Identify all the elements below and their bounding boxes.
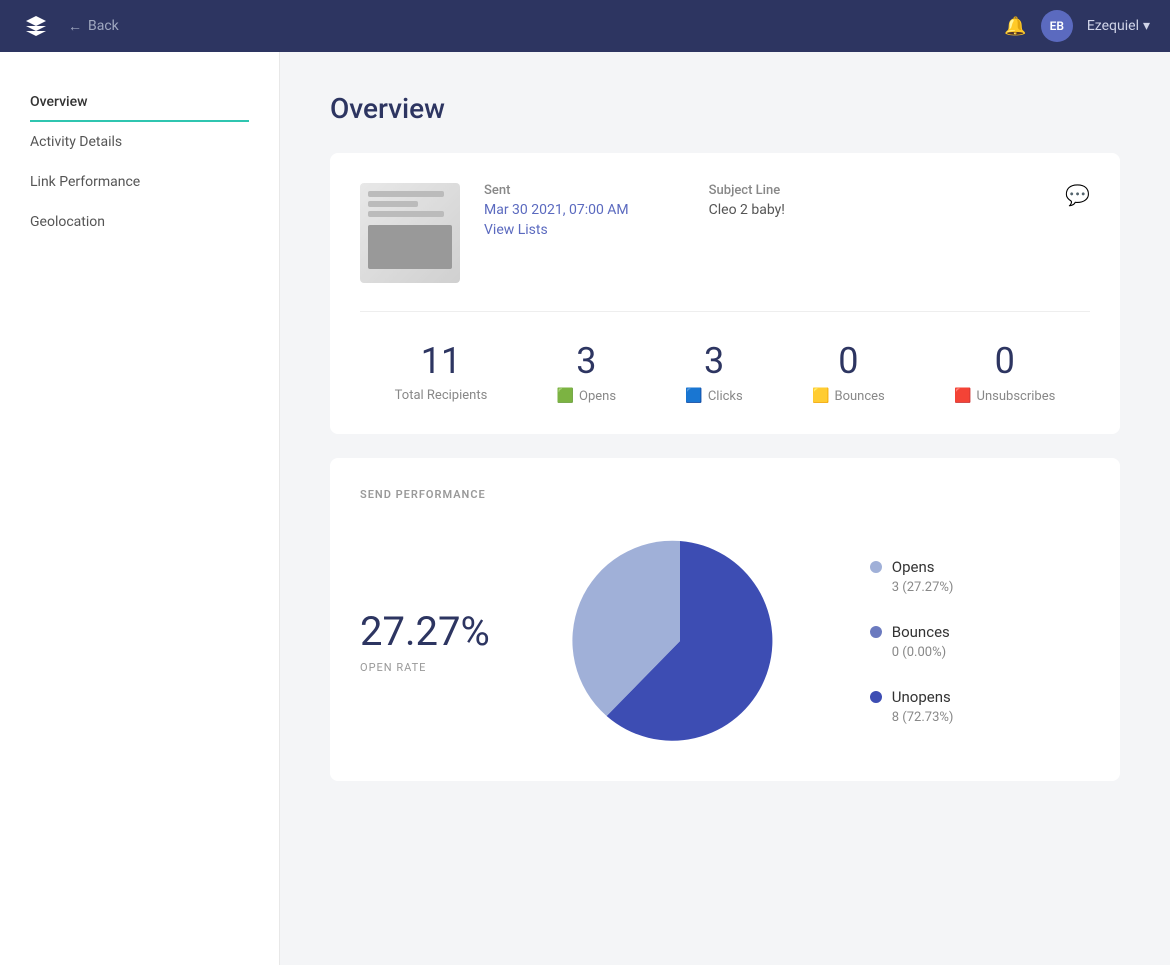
sidebar-item-link-performance[interactable]: Link Performance xyxy=(0,162,279,202)
comment-icon[interactable]: 💬 xyxy=(1065,183,1090,207)
campaign-meta: Sent Mar 30 2021, 07:00 AM View Lists Su… xyxy=(484,183,1041,250)
campaign-info: Sent Mar 30 2021, 07:00 AM View Lists Su… xyxy=(360,183,1090,312)
chart-legend: Opens 3 (27.27%) Bounces 0 (0.00%) xyxy=(870,558,954,725)
stat-label-text: Bounces xyxy=(835,389,885,404)
legend-dot-opens xyxy=(870,561,882,573)
opens-icon: 🟩 xyxy=(557,388,574,404)
legend-item-bounces: Bounces 0 (0.00%) xyxy=(870,623,954,660)
header-left: ← Back xyxy=(20,10,119,42)
logo xyxy=(20,10,52,42)
subject-label: Subject Line xyxy=(709,183,785,198)
stat-bounces: 0 🟨 Bounces xyxy=(812,340,885,404)
stat-number: 0 xyxy=(812,340,885,382)
sent-label: Sent xyxy=(484,183,629,198)
stat-label: Total Recipients xyxy=(395,388,488,403)
clicks-icon: 🟦 xyxy=(685,388,702,404)
open-rate-label: OPEN RATE xyxy=(360,661,490,674)
performance-card: SEND PERFORMANCE 27.27% OPEN RATE xyxy=(330,458,1120,781)
chevron-down-icon: ▾ xyxy=(1143,18,1150,34)
stat-number: 0 xyxy=(954,340,1055,382)
back-label: Back xyxy=(88,18,119,34)
stat-number: 3 xyxy=(685,340,742,382)
open-rate-value: 27.27% xyxy=(360,608,490,655)
legend-item-unopens: Unopens 8 (72.73%) xyxy=(870,688,954,725)
sidebar-item-label: Link Performance xyxy=(30,174,140,190)
legend-dot-bounces xyxy=(870,626,882,638)
pie-chart-wrapper xyxy=(570,531,790,751)
sidebar-nav: Overview Activity Details Link Performan… xyxy=(0,82,279,242)
campaign-thumbnail xyxy=(360,183,460,283)
sidebar: Overview Activity Details Link Performan… xyxy=(0,52,280,965)
performance-content: 27.27% OPEN RATE xyxy=(360,531,1090,751)
legend-value-opens: 3 (27.27%) xyxy=(870,580,954,595)
stat-clicks: 3 🟦 Clicks xyxy=(685,340,742,404)
legend-name-bounces: Bounces xyxy=(892,623,950,641)
performance-title: SEND PERFORMANCE xyxy=(360,488,1090,501)
main-content: Overview Sent Mar 30 2021, 07 xyxy=(280,52,1170,965)
page-title: Overview xyxy=(330,92,1120,125)
legend-name-unopens: Unopens xyxy=(892,688,951,706)
stat-label-text: Unsubscribes xyxy=(977,389,1056,404)
back-button[interactable]: ← Back xyxy=(68,18,119,35)
stat-unsubscribes: 0 🟥 Unsubscribes xyxy=(954,340,1055,404)
meta-row: Sent Mar 30 2021, 07:00 AM View Lists Su… xyxy=(484,183,1041,238)
user-menu[interactable]: Ezequiel ▾ xyxy=(1087,18,1150,34)
sent-value: Mar 30 2021, 07:00 AM xyxy=(484,202,629,218)
subject-section: Subject Line Cleo 2 baby! xyxy=(709,183,785,238)
avatar: EB xyxy=(1041,10,1073,42)
sidebar-item-label: Geolocation xyxy=(30,214,105,230)
stat-label: 🟩 Opens xyxy=(557,388,616,404)
stat-total-recipients: 11 Total Recipients xyxy=(395,340,488,404)
back-arrow-icon: ← xyxy=(68,18,82,35)
stat-label-text: Total Recipients xyxy=(395,388,488,403)
sidebar-item-overview[interactable]: Overview xyxy=(0,82,279,122)
sent-section: Sent Mar 30 2021, 07:00 AM View Lists xyxy=(484,183,629,238)
legend-name-opens: Opens xyxy=(892,558,935,576)
legend-value-bounces: 0 (0.00%) xyxy=(870,645,954,660)
legend-value-unopens: 8 (72.73%) xyxy=(870,710,954,725)
stat-label: 🟥 Unsubscribes xyxy=(954,388,1055,404)
sidebar-item-geolocation[interactable]: Geolocation xyxy=(0,202,279,242)
bounces-icon: 🟨 xyxy=(812,388,829,404)
sidebar-item-label: Overview xyxy=(30,94,87,110)
sidebar-item-activity-details[interactable]: Activity Details xyxy=(0,122,279,162)
header: ← Back 🔔 EB Ezequiel ▾ xyxy=(0,0,1170,52)
stats-row: 11 Total Recipients 3 🟩 Opens 3 🟦 xyxy=(360,312,1090,404)
stat-number: 3 xyxy=(557,340,616,382)
user-name-label: Ezequiel xyxy=(1087,18,1139,34)
stat-label-text: Opens xyxy=(579,389,616,404)
sidebar-item-label: Activity Details xyxy=(30,134,122,150)
legend-dot-unopens xyxy=(870,691,882,703)
subject-value: Cleo 2 baby! xyxy=(709,202,785,218)
layout: Overview Activity Details Link Performan… xyxy=(0,52,1170,965)
legend-item-opens: Opens 3 (27.27%) xyxy=(870,558,954,595)
view-lists-link[interactable]: View Lists xyxy=(484,222,629,238)
stat-label: 🟦 Clicks xyxy=(685,388,742,404)
pie-chart xyxy=(570,531,790,751)
unsubscribes-icon: 🟥 xyxy=(954,388,971,404)
notification-icon[interactable]: 🔔 xyxy=(1004,16,1026,37)
campaign-card: Sent Mar 30 2021, 07:00 AM View Lists Su… xyxy=(330,153,1120,434)
stat-opens: 3 🟩 Opens xyxy=(557,340,616,404)
stat-label: 🟨 Bounces xyxy=(812,388,885,404)
header-right: 🔔 EB Ezequiel ▾ xyxy=(1004,10,1150,42)
open-rate-section: 27.27% OPEN RATE xyxy=(360,608,490,674)
stat-number: 11 xyxy=(395,340,488,382)
stat-label-text: Clicks xyxy=(708,389,743,404)
